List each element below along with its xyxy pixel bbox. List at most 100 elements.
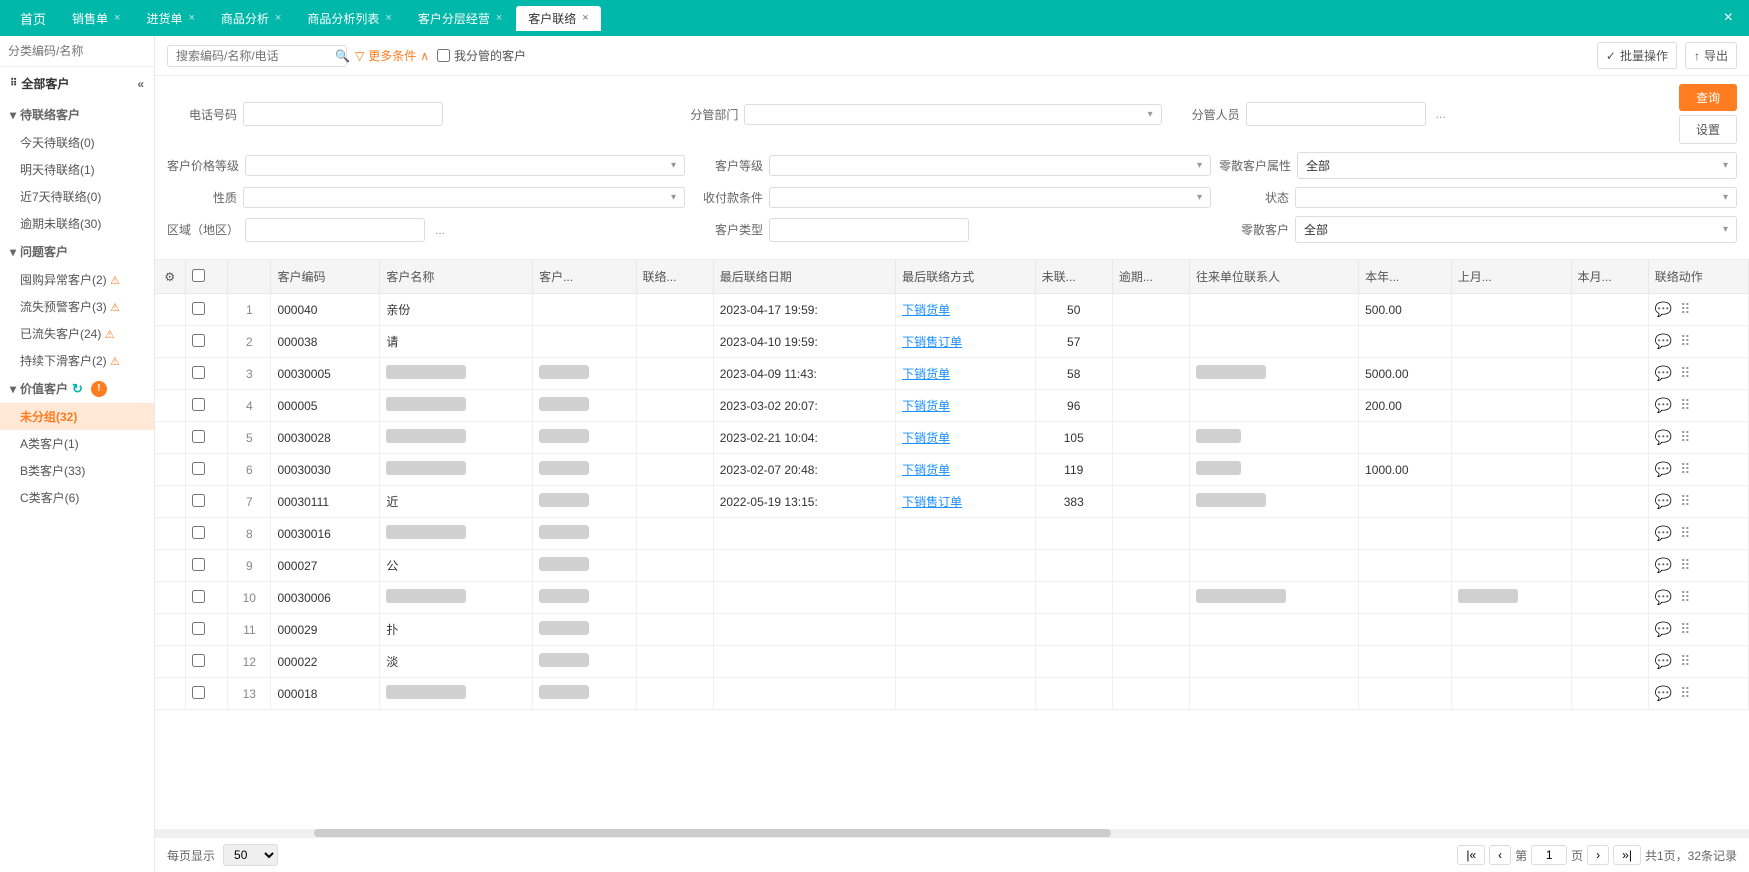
prev-page-btn[interactable]: ‹ xyxy=(1489,845,1511,865)
method-link[interactable]: 下销售订单 xyxy=(902,335,962,349)
nav-tab-customer-contact[interactable]: 客户联络 × xyxy=(516,6,600,31)
col-overdue[interactable]: 逾期... xyxy=(1112,260,1189,294)
retail-select[interactable]: 全部 ▾ xyxy=(1295,216,1737,243)
page-input[interactable] xyxy=(1531,845,1567,865)
my-customers-checkbox[interactable]: 我分管的客户 xyxy=(437,47,526,64)
checkbox-cell[interactable] xyxy=(185,614,228,646)
nature-select[interactable]: ▾ xyxy=(243,187,685,208)
manager-ellipsis[interactable]: ... xyxy=(1432,107,1450,121)
method-link[interactable]: 下销售订单 xyxy=(902,495,962,509)
row-checkbox[interactable] xyxy=(192,526,205,539)
grid-action-icon[interactable]: ⠿ xyxy=(1680,685,1690,702)
row-checkbox[interactable] xyxy=(192,622,205,635)
horizontal-scrollbar[interactable] xyxy=(155,829,1749,837)
row-checkbox[interactable] xyxy=(192,462,205,475)
checkbox-cell[interactable] xyxy=(185,294,228,326)
search-input[interactable] xyxy=(176,49,331,63)
nav-tab-product-analysis[interactable]: 商品分析 × xyxy=(209,6,293,31)
sidebar-item-overdue[interactable]: 逾期未联络(30) xyxy=(0,210,154,237)
chat-icon[interactable]: 💬 xyxy=(1655,557,1672,574)
grid-action-icon[interactable]: ⠿ xyxy=(1680,621,1690,638)
sidebar-item-churn-warning[interactable]: 流失预警客户(3) ⚠ xyxy=(0,293,154,320)
col-this-year[interactable]: 本年... xyxy=(1359,260,1452,294)
col-contact-person[interactable]: 往来单位联系人 xyxy=(1190,260,1359,294)
last-page-btn[interactable]: »| xyxy=(1613,845,1641,865)
more-filter-btn[interactable]: ▽ 更多条件 ∧ xyxy=(355,47,429,64)
row-checkbox[interactable] xyxy=(192,494,205,507)
reset-btn[interactable]: 设置 xyxy=(1679,115,1737,144)
sidebar-group-header-pending[interactable]: ▾ 待联络客户 xyxy=(0,100,154,129)
customer-type-input[interactable] xyxy=(769,218,969,242)
sidebar-group-header-value[interactable]: ▾ 价值客户 ↻ ! xyxy=(0,374,154,403)
region-input[interactable] xyxy=(245,218,425,242)
last-method-cell[interactable]: 下销货单 xyxy=(896,422,1036,454)
checkbox-cell[interactable] xyxy=(185,358,228,390)
checkbox-cell[interactable] xyxy=(185,326,228,358)
method-link[interactable]: 下销货单 xyxy=(902,399,950,413)
grid-action-icon[interactable]: ⠿ xyxy=(1680,589,1690,606)
customer-level-select[interactable]: ▾ xyxy=(769,155,1211,176)
payment-select[interactable]: ▾ xyxy=(769,187,1211,208)
first-page-btn[interactable]: |« xyxy=(1457,845,1485,865)
close-product-analysis-list-tab[interactable]: × xyxy=(385,12,391,24)
col-checkbox[interactable] xyxy=(185,260,228,294)
dept-select[interactable]: ▾ xyxy=(744,104,1161,125)
grid-action-icon[interactable]: ⠿ xyxy=(1680,653,1690,670)
page-size-select[interactable]: 50 100 200 xyxy=(223,844,278,866)
last-method-cell[interactable]: 下销货单 xyxy=(896,358,1036,390)
nav-tab-purchase[interactable]: 进货单 × xyxy=(134,6,206,31)
checkbox-cell[interactable] xyxy=(185,390,228,422)
sidebar-item-declining[interactable]: 持续下滑客户(2) ⚠ xyxy=(0,347,154,374)
nav-home[interactable]: 首页 xyxy=(8,5,58,32)
sidebar-item-today[interactable]: 今天待联络(0) xyxy=(0,129,154,156)
chat-icon[interactable]: 💬 xyxy=(1655,493,1672,510)
method-link[interactable]: 下销货单 xyxy=(902,303,950,317)
grid-action-icon[interactable]: ⠿ xyxy=(1680,397,1690,414)
nav-tab-sales[interactable]: 销售单 × xyxy=(60,6,132,31)
sidebar-item-class-b[interactable]: B类客户(33) xyxy=(0,457,154,484)
grid-action-icon[interactable]: ⠿ xyxy=(1680,365,1690,382)
row-checkbox[interactable] xyxy=(192,302,205,315)
close-customer-tier-tab[interactable]: × xyxy=(496,12,502,24)
grid-action-icon[interactable]: ⠿ xyxy=(1680,525,1690,542)
close-all-tabs[interactable]: × xyxy=(1716,9,1741,27)
method-link[interactable]: 下销货单 xyxy=(902,431,950,445)
checkbox-cell[interactable] xyxy=(185,486,228,518)
col-customer-type[interactable]: 客户... xyxy=(533,260,636,294)
col-no-contact[interactable]: 未联... xyxy=(1035,260,1112,294)
region-ellipsis[interactable]: ... xyxy=(431,223,449,237)
nav-tab-product-analysis-list[interactable]: 商品分析列表 × xyxy=(295,6,403,31)
grid-action-icon[interactable]: ⠿ xyxy=(1680,333,1690,350)
sidebar-all-customers[interactable]: ⠿ 全部客户 « xyxy=(0,67,154,100)
chat-icon[interactable]: 💬 xyxy=(1655,653,1672,670)
last-method-cell[interactable]: 下销售订单 xyxy=(896,326,1036,358)
grid-action-icon[interactable]: ⠿ xyxy=(1680,301,1690,318)
col-last-date[interactable]: 最后联络日期 xyxy=(713,260,895,294)
checkbox-cell[interactable] xyxy=(185,550,228,582)
grid-action-icon[interactable]: ⠿ xyxy=(1680,493,1690,510)
sidebar-item-7days[interactable]: 近7天待联络(0) xyxy=(0,183,154,210)
manager-input[interactable] xyxy=(1246,102,1426,126)
sidebar-item-ungrouped[interactable]: 未分组(32) xyxy=(0,403,154,430)
checkbox-cell[interactable] xyxy=(185,422,228,454)
row-checkbox[interactable] xyxy=(192,334,205,347)
chat-icon[interactable]: 💬 xyxy=(1655,333,1672,350)
row-checkbox[interactable] xyxy=(192,686,205,699)
chat-icon[interactable]: 💬 xyxy=(1655,525,1672,542)
col-contact[interactable]: 联络... xyxy=(636,260,713,294)
checkbox-cell[interactable] xyxy=(185,454,228,486)
chat-icon[interactable]: 💬 xyxy=(1655,685,1672,702)
refresh-icon[interactable]: ↻ xyxy=(72,381,83,397)
grid-action-icon[interactable]: ⠿ xyxy=(1680,557,1690,574)
nav-tab-customer-tier[interactable]: 客户分层经营 × xyxy=(406,6,514,31)
row-checkbox[interactable] xyxy=(192,654,205,667)
col-customer-name[interactable]: 客户名称 xyxy=(380,260,533,294)
price-level-select[interactable]: ▾ xyxy=(245,155,685,176)
last-method-cell[interactable]: 下销售订单 xyxy=(896,486,1036,518)
chat-icon[interactable]: 💬 xyxy=(1655,461,1672,478)
sidebar-item-class-a[interactable]: A类客户(1) xyxy=(0,430,154,457)
select-all-checkbox[interactable] xyxy=(192,269,205,282)
row-checkbox[interactable] xyxy=(192,558,205,571)
chat-icon[interactable]: 💬 xyxy=(1655,365,1672,382)
checkbox-cell[interactable] xyxy=(185,582,228,614)
